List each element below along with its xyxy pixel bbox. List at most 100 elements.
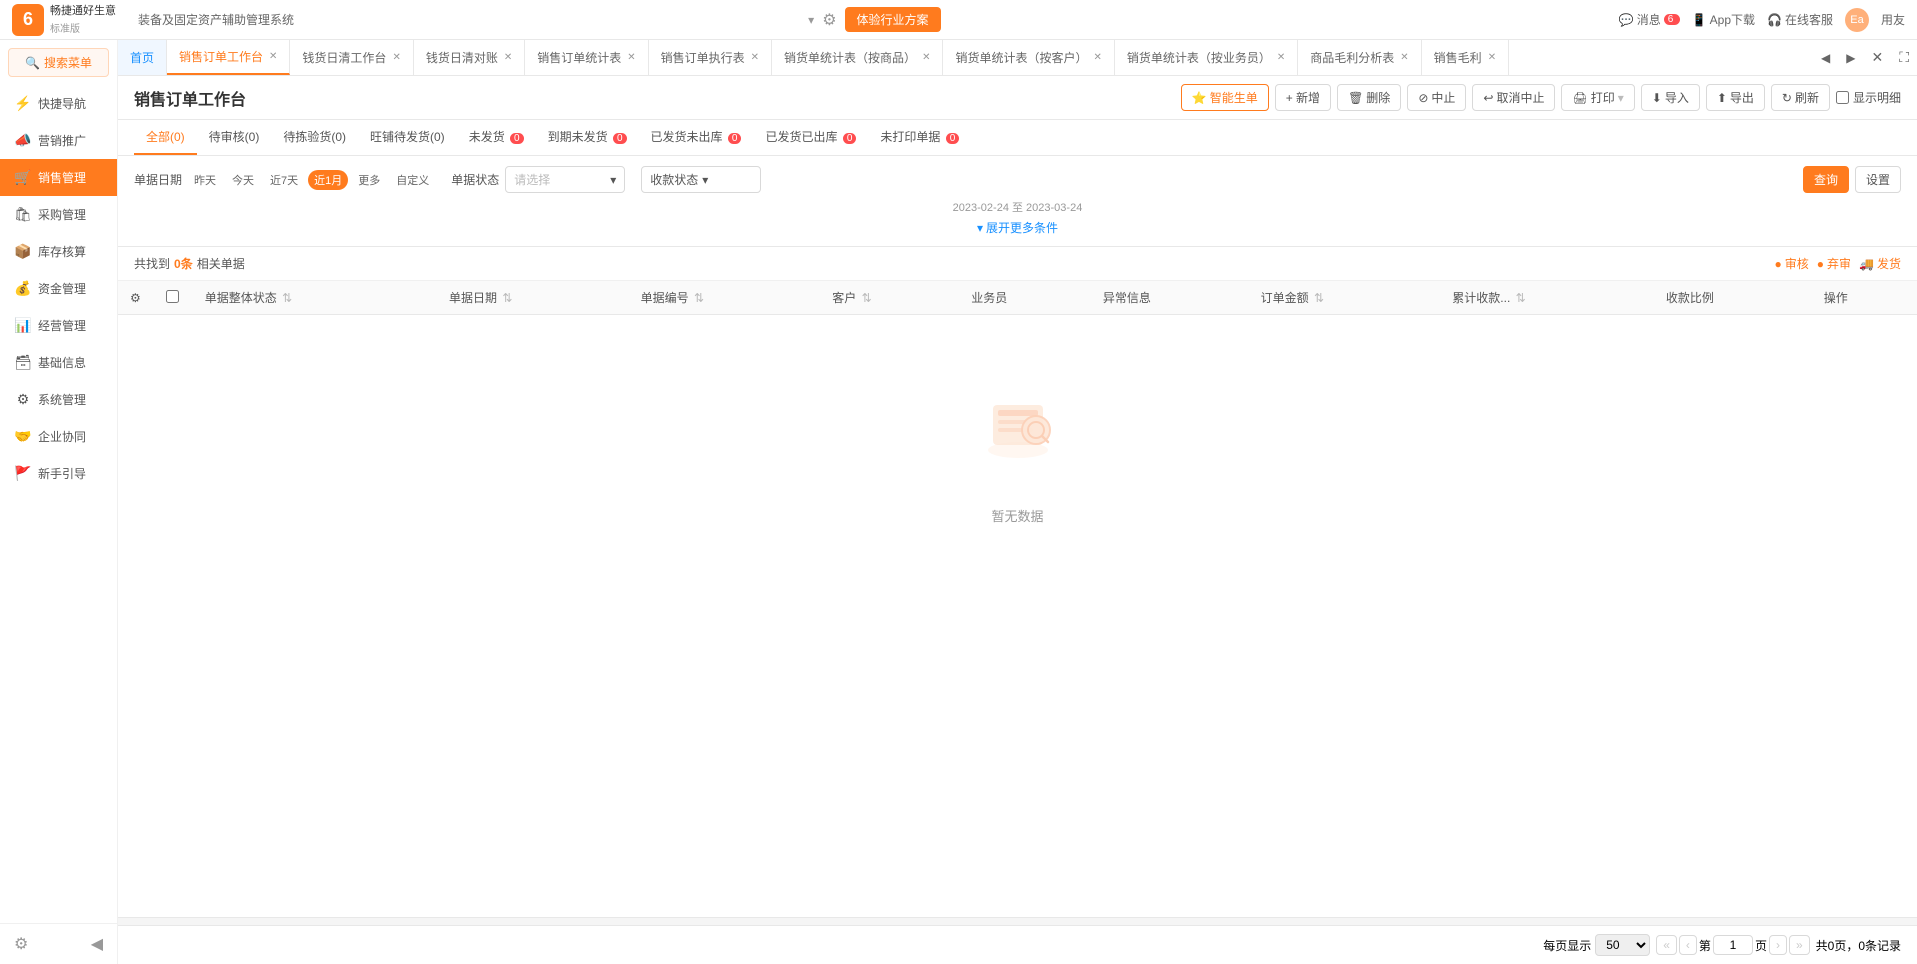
th-received[interactable]: 累计收款... ⇅ bbox=[1440, 281, 1654, 315]
settings-gear-icon[interactable]: ⚙ bbox=[14, 934, 28, 954]
sub-tab-all[interactable]: 全部(0) bbox=[134, 120, 197, 155]
tab-close-orderexec[interactable]: ✕ bbox=[751, 52, 759, 63]
show-detail-checkbox-label[interactable]: 显示明细 bbox=[1836, 89, 1901, 106]
page-number-input[interactable] bbox=[1713, 935, 1753, 955]
query-btn[interactable]: 查询 bbox=[1803, 166, 1849, 193]
export-btn[interactable]: ⬆ 导出 bbox=[1706, 84, 1765, 111]
tab-close-cash[interactable]: ✕ bbox=[392, 52, 400, 63]
sidebar-item-operations[interactable]: 📊 经营管理 bbox=[0, 307, 117, 344]
sub-tab-unshipped[interactable]: 未发货 0 bbox=[457, 120, 536, 155]
suspend-btn[interactable]: ⊘ 中止 bbox=[1407, 84, 1466, 111]
select-all-checkbox[interactable] bbox=[166, 290, 179, 303]
th-customer[interactable]: 客户 ⇅ bbox=[820, 281, 959, 315]
tab-order-exec[interactable]: 销售订单执行表 ✕ bbox=[649, 40, 772, 75]
ship-action[interactable]: 🚚 发货 bbox=[1859, 255, 1901, 272]
tab-home[interactable]: 首页 bbox=[118, 40, 167, 75]
date-yesterday[interactable]: 昨天 bbox=[188, 170, 222, 190]
date-1month[interactable]: 近1月 bbox=[308, 170, 348, 190]
sidebar-item-basic-info[interactable]: 🗃 基础信息 bbox=[0, 344, 117, 381]
prev-page-btn[interactable]: ‹ bbox=[1679, 935, 1697, 955]
print-btn[interactable]: 🖨 打印 ▾ bbox=[1561, 84, 1634, 111]
tab-close-margin[interactable]: ✕ bbox=[1400, 52, 1408, 63]
expand-filter-btn[interactable]: ▾ 展开更多条件 bbox=[977, 219, 1058, 236]
sidebar-item-marketing[interactable]: 📣 营销推广 bbox=[0, 122, 117, 159]
tab-sales-margin[interactable]: 销售毛利 ✕ bbox=[1422, 40, 1509, 75]
sidebar-item-inventory[interactable]: 📦 库存核算 bbox=[0, 233, 117, 270]
smart-generate-btn[interactable]: ⭐ 智能生单 bbox=[1181, 84, 1269, 111]
sidebar-item-purchase[interactable]: 🛍 采购管理 bbox=[0, 196, 117, 233]
tab-close-salesproduct[interactable]: ✕ bbox=[922, 52, 930, 63]
dropdown-icon[interactable]: ▾ bbox=[808, 13, 814, 27]
sub-tab-unprinted[interactable]: 未打印单据 0 bbox=[868, 120, 971, 155]
refresh-btn[interactable]: ↻ 刷新 bbox=[1771, 84, 1830, 111]
reject-action[interactable]: ● 弃审 bbox=[1817, 255, 1851, 272]
app-download-btn[interactable]: 📱 App下载 bbox=[1692, 11, 1755, 28]
search-menu-btn[interactable]: 🔍 搜索菜单 bbox=[8, 48, 109, 77]
th-salesperson[interactable]: 业务员 bbox=[959, 281, 1091, 315]
tab-close-orderstats[interactable]: ✕ bbox=[627, 52, 635, 63]
message-btn[interactable]: 💬 消息 6 bbox=[1619, 11, 1680, 28]
last-page-btn[interactable]: » bbox=[1789, 935, 1810, 955]
tab-cash-clear[interactable]: 钱货日清工作台 ✕ bbox=[290, 40, 413, 75]
sub-tab-shipped-out[interactable]: 已发货已出库 0 bbox=[753, 120, 868, 155]
th-amount[interactable]: 订单金额 ⇅ bbox=[1249, 281, 1441, 315]
date-7days[interactable]: 近7天 bbox=[264, 170, 304, 190]
page-size-select[interactable]: 50 100 200 bbox=[1595, 934, 1650, 956]
date-custom[interactable]: 自定义 bbox=[390, 170, 435, 190]
tab-nav-left[interactable]: ◀ bbox=[1813, 51, 1838, 65]
tab-maximize[interactable]: ⛶ bbox=[1891, 49, 1917, 66]
th-abnormal[interactable]: 异常信息 bbox=[1091, 281, 1249, 315]
sidebar-item-system[interactable]: ⚙ 系统管理 bbox=[0, 381, 117, 418]
settings-icon[interactable]: ⚙ bbox=[822, 10, 836, 30]
sidebar-item-quick-nav[interactable]: ⚡ 快捷导航 bbox=[0, 85, 117, 122]
settings-filter-btn[interactable]: 设置 bbox=[1855, 166, 1901, 193]
date-more[interactable]: 更多 bbox=[352, 170, 386, 190]
tab-close-salesmargin[interactable]: ✕ bbox=[1488, 52, 1496, 63]
delete-btn[interactable]: 🗑 删除 bbox=[1337, 84, 1401, 111]
collapse-icon[interactable]: ◀ bbox=[91, 934, 103, 954]
tab-close-sales[interactable]: ✕ bbox=[269, 51, 277, 62]
add-btn[interactable]: + 新增 bbox=[1275, 84, 1331, 111]
tab-order-stats[interactable]: 销售订单统计表 ✕ bbox=[525, 40, 648, 75]
sidebar-search-area: 🔍 搜索菜单 bbox=[0, 40, 117, 85]
sidebar-item-newbie[interactable]: 🚩 新手引导 bbox=[0, 455, 117, 492]
tab-reconcile[interactable]: 钱货日清对账 ✕ bbox=[414, 40, 525, 75]
th-settings[interactable]: ⚙ bbox=[118, 281, 153, 315]
date-today[interactable]: 今天 bbox=[226, 170, 260, 190]
industry-btn[interactable]: 体验行业方案 bbox=[845, 7, 941, 32]
tab-close-all[interactable]: ✕ bbox=[1863, 49, 1891, 66]
th-date[interactable]: 单据日期 ⇅ bbox=[437, 281, 629, 315]
tab-nav-right[interactable]: ▶ bbox=[1838, 51, 1863, 65]
sidebar-item-sales[interactable]: 🛒 销售管理 bbox=[0, 159, 117, 196]
show-detail-checkbox[interactable] bbox=[1836, 91, 1849, 104]
th-number[interactable]: 单据编号 ⇅ bbox=[629, 281, 821, 315]
sub-tab-pending-review[interactable]: 待审核(0) bbox=[197, 120, 272, 155]
tab-sales-customer[interactable]: 销货单统计表（按客户） ✕ bbox=[943, 40, 1114, 75]
tab-close-salesstaff[interactable]: ✕ bbox=[1277, 52, 1285, 63]
payment-select[interactable]: 收款状态 ▾ bbox=[641, 166, 761, 193]
tab-sales-staff[interactable]: 销货单统计表（按业务员） ✕ bbox=[1115, 40, 1298, 75]
review-action[interactable]: ● 审核 bbox=[1775, 255, 1809, 272]
tab-sales-order[interactable]: 销售订单工作台 ✕ bbox=[167, 40, 290, 75]
sub-tab-shipped-not-out[interactable]: 已发货未出库 0 bbox=[639, 120, 754, 155]
th-status[interactable]: 单据整体状态 ⇅ bbox=[193, 281, 437, 315]
sub-tab-overdue[interactable]: 到期未发货 0 bbox=[536, 120, 639, 155]
th-checkbox[interactable] bbox=[153, 281, 193, 315]
scrollbar-placeholder[interactable] bbox=[118, 917, 1917, 925]
import-btn[interactable]: ⬇ 导入 bbox=[1641, 84, 1700, 111]
tab-close-salescustomer[interactable]: ✕ bbox=[1093, 52, 1101, 63]
tab-margin[interactable]: 商品毛利分析表 ✕ bbox=[1298, 40, 1421, 75]
sub-tab-pending-inspect[interactable]: 待拣验货(0) bbox=[271, 120, 358, 155]
next-page-btn[interactable]: › bbox=[1769, 935, 1787, 955]
status-select[interactable]: 请选择 ▾ bbox=[505, 166, 625, 193]
user-avatar[interactable]: Ea bbox=[1845, 8, 1869, 32]
first-page-btn[interactable]: « bbox=[1656, 935, 1677, 955]
user-name[interactable]: 用友 bbox=[1881, 11, 1905, 28]
online-service-btn[interactable]: 🎧 在线客服 bbox=[1767, 11, 1833, 28]
cancel-suspend-btn[interactable]: ↩ 取消中止 bbox=[1472, 84, 1555, 111]
sidebar-item-finance[interactable]: 💰 资金管理 bbox=[0, 270, 117, 307]
tab-sales-product[interactable]: 销货单统计表（按商品） ✕ bbox=[772, 40, 943, 75]
sub-tab-shop-ship[interactable]: 旺铺待发货(0) bbox=[358, 120, 457, 155]
tab-close-reconcile[interactable]: ✕ bbox=[504, 52, 512, 63]
sidebar-item-cooperation[interactable]: 🤝 企业协同 bbox=[0, 418, 117, 455]
